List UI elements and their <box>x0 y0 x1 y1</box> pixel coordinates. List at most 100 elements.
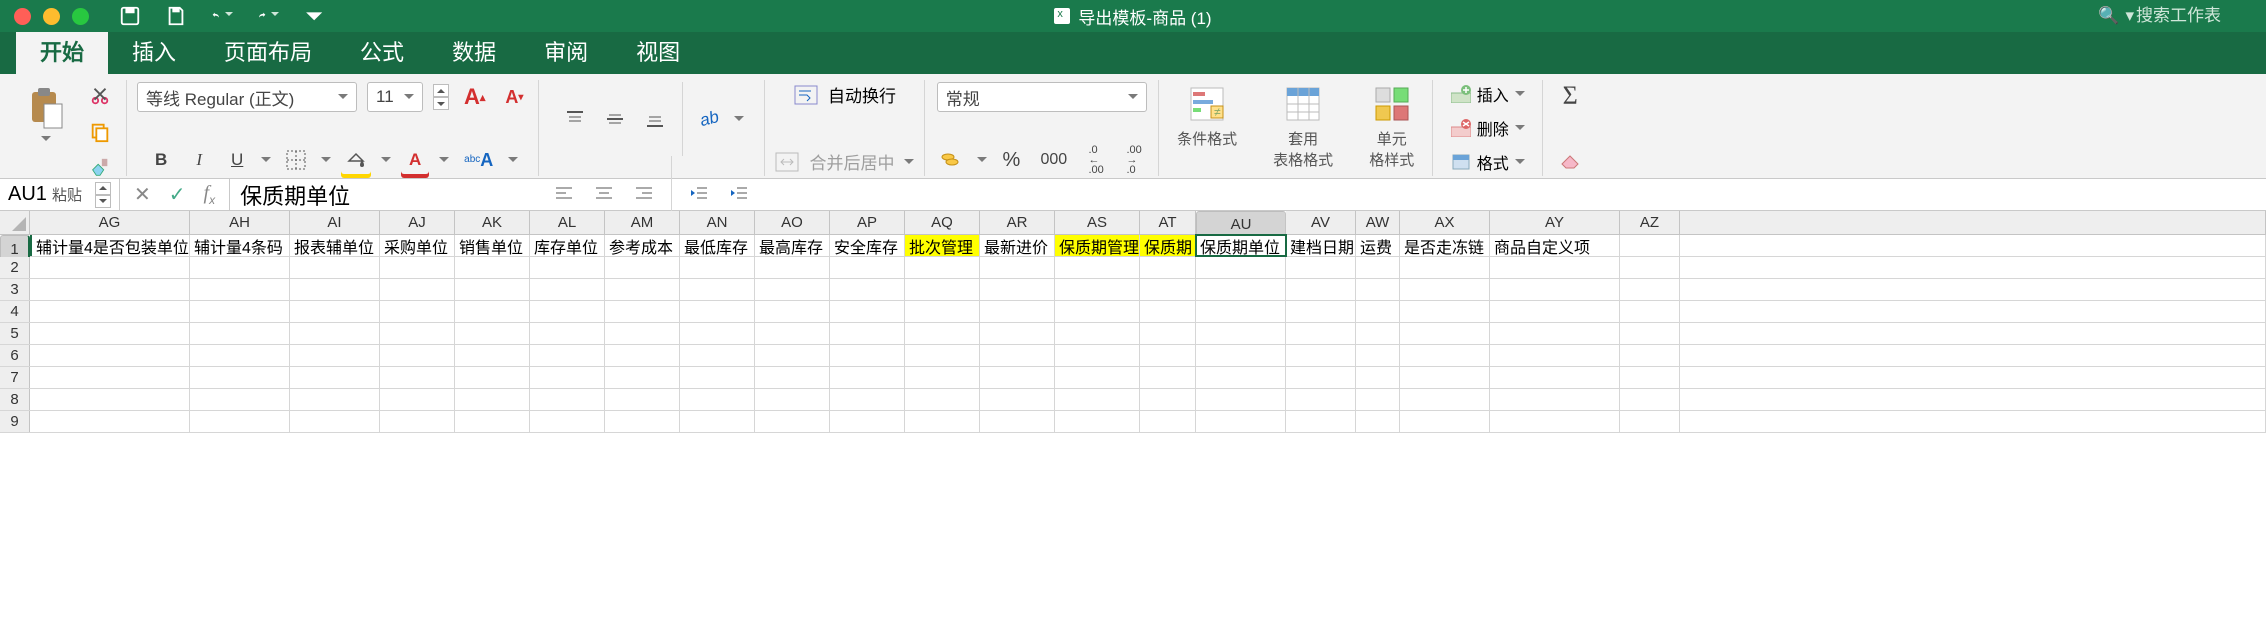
cell-AG7[interactable] <box>30 367 190 388</box>
orientation-more[interactable] <box>734 116 744 126</box>
tab-数据[interactable]: 数据 <box>428 28 520 74</box>
tab-插入[interactable]: 插入 <box>108 28 200 74</box>
merge-center-button[interactable]: 合并后居中 <box>775 149 914 174</box>
cell-AU2[interactable] <box>1196 257 1286 278</box>
cell-AY3[interactable] <box>1490 279 1620 300</box>
clear-button[interactable] <box>1553 146 1587 174</box>
cell-AI8[interactable] <box>290 389 380 410</box>
col-header-AW[interactable]: AW <box>1356 211 1400 234</box>
col-header-AP[interactable]: AP <box>830 211 905 234</box>
save-icon[interactable] <box>165 5 187 27</box>
cell-AI2[interactable] <box>290 257 380 278</box>
cell-AK3[interactable] <box>455 279 530 300</box>
cell-AU8[interactable] <box>1196 389 1286 410</box>
cell-AK2[interactable] <box>455 257 530 278</box>
cell-AI6[interactable] <box>290 345 380 366</box>
font-color-more[interactable] <box>439 157 449 167</box>
increase-decimal-icon[interactable]: .0←.00 <box>1082 146 1110 174</box>
cell-AS7[interactable] <box>1055 367 1140 388</box>
cell-AT6[interactable] <box>1140 345 1196 366</box>
insert-cells-button[interactable]: 插入 <box>1451 82 1525 106</box>
cell-AY2[interactable] <box>1490 257 1620 278</box>
underline-button[interactable]: U <box>223 146 251 174</box>
cell-AW8[interactable] <box>1356 389 1400 410</box>
cell-AU5[interactable] <box>1196 323 1286 344</box>
fullscreen-window-icon[interactable] <box>72 8 89 25</box>
align-bottom-icon[interactable] <box>640 105 670 133</box>
cell-AU3[interactable] <box>1196 279 1286 300</box>
cell-AW6[interactable] <box>1356 345 1400 366</box>
row-header-9[interactable]: 9 <box>0 411 30 432</box>
cell-AJ1[interactable]: 采购单位 <box>380 235 455 256</box>
cell-AR1[interactable]: 最新进价 <box>980 235 1055 256</box>
cell-styles-button[interactable]: 单元 格样式 <box>1361 82 1422 174</box>
cell-AS4[interactable] <box>1055 301 1140 322</box>
cell-AR3[interactable] <box>980 279 1055 300</box>
cell-AX9[interactable] <box>1400 411 1490 432</box>
autosum-icon[interactable]: Σ <box>1556 82 1584 110</box>
cell-AM7[interactable] <box>605 367 680 388</box>
col-header-AH[interactable]: AH <box>190 211 290 234</box>
cell-AI1[interactable]: 报表辅单位 <box>290 235 380 256</box>
cell-AZ3[interactable] <box>1620 279 1680 300</box>
cell-AV9[interactable] <box>1286 411 1356 432</box>
cell-AP5[interactable] <box>830 323 905 344</box>
cell-AT2[interactable] <box>1140 257 1196 278</box>
cell-AH6[interactable] <box>190 345 290 366</box>
cell-AP7[interactable] <box>830 367 905 388</box>
cell-AV4[interactable] <box>1286 301 1356 322</box>
cell-AQ7[interactable] <box>905 367 980 388</box>
cell-AO4[interactable] <box>755 301 830 322</box>
row-header-2[interactable]: 2 <box>0 257 30 278</box>
cell-AW3[interactable] <box>1356 279 1400 300</box>
cell-AS5[interactable] <box>1055 323 1140 344</box>
cell-AU1[interactable]: 保质期单位 <box>1196 235 1286 256</box>
cell-AJ7[interactable] <box>380 367 455 388</box>
cell-AT8[interactable] <box>1140 389 1196 410</box>
cell-AZ7[interactable] <box>1620 367 1680 388</box>
percent-button[interactable]: % <box>997 146 1025 174</box>
cell-AK8[interactable] <box>455 389 530 410</box>
cell-AH7[interactable] <box>190 367 290 388</box>
col-header-AG[interactable]: AG <box>30 211 190 234</box>
cell-AO3[interactable] <box>755 279 830 300</box>
cell-AZ9[interactable] <box>1620 411 1680 432</box>
cell-AJ6[interactable] <box>380 345 455 366</box>
search-input[interactable] <box>2136 6 2256 26</box>
cell-AZ4[interactable] <box>1620 301 1680 322</box>
cell-AL6[interactable] <box>530 345 605 366</box>
cell-AX3[interactable] <box>1400 279 1490 300</box>
cell-AI5[interactable] <box>290 323 380 344</box>
cell-AG8[interactable] <box>30 389 190 410</box>
cell-AV1[interactable]: 建档日期 <box>1286 235 1356 256</box>
cell-AX5[interactable] <box>1400 323 1490 344</box>
tab-视图[interactable]: 视图 <box>612 28 704 74</box>
cell-AL8[interactable] <box>530 389 605 410</box>
cell-AV6[interactable] <box>1286 345 1356 366</box>
cell-AL5[interactable] <box>530 323 605 344</box>
cell-AP8[interactable] <box>830 389 905 410</box>
increase-font-icon[interactable]: A▴ <box>459 83 490 111</box>
cell-AJ5[interactable] <box>380 323 455 344</box>
cell-AW4[interactable] <box>1356 301 1400 322</box>
cell-AG5[interactable] <box>30 323 190 344</box>
wrap-text-button[interactable]: 自动换行 <box>794 82 896 107</box>
cell-AP2[interactable] <box>830 257 905 278</box>
align-top-icon[interactable] <box>560 105 590 133</box>
cell-AO9[interactable] <box>755 411 830 432</box>
cell-AH4[interactable] <box>190 301 290 322</box>
sheet-search[interactable]: 🔍 ▾ <box>2098 6 2256 26</box>
cell-AU4[interactable] <box>1196 301 1286 322</box>
cell-AX7[interactable] <box>1400 367 1490 388</box>
col-header-AQ[interactable]: AQ <box>905 211 980 234</box>
row-header-3[interactable]: 3 <box>0 279 30 300</box>
cell-AH5[interactable] <box>190 323 290 344</box>
currency-button[interactable] <box>935 146 967 174</box>
number-format-select[interactable]: 常规 <box>937 82 1147 112</box>
fill-color-button[interactable] <box>341 146 371 174</box>
cell-AR8[interactable] <box>980 389 1055 410</box>
cell-AR6[interactable] <box>980 345 1055 366</box>
cell-AP9[interactable] <box>830 411 905 432</box>
italic-button[interactable]: I <box>185 146 213 174</box>
cell-AM1[interactable]: 参考成本 <box>605 235 680 256</box>
